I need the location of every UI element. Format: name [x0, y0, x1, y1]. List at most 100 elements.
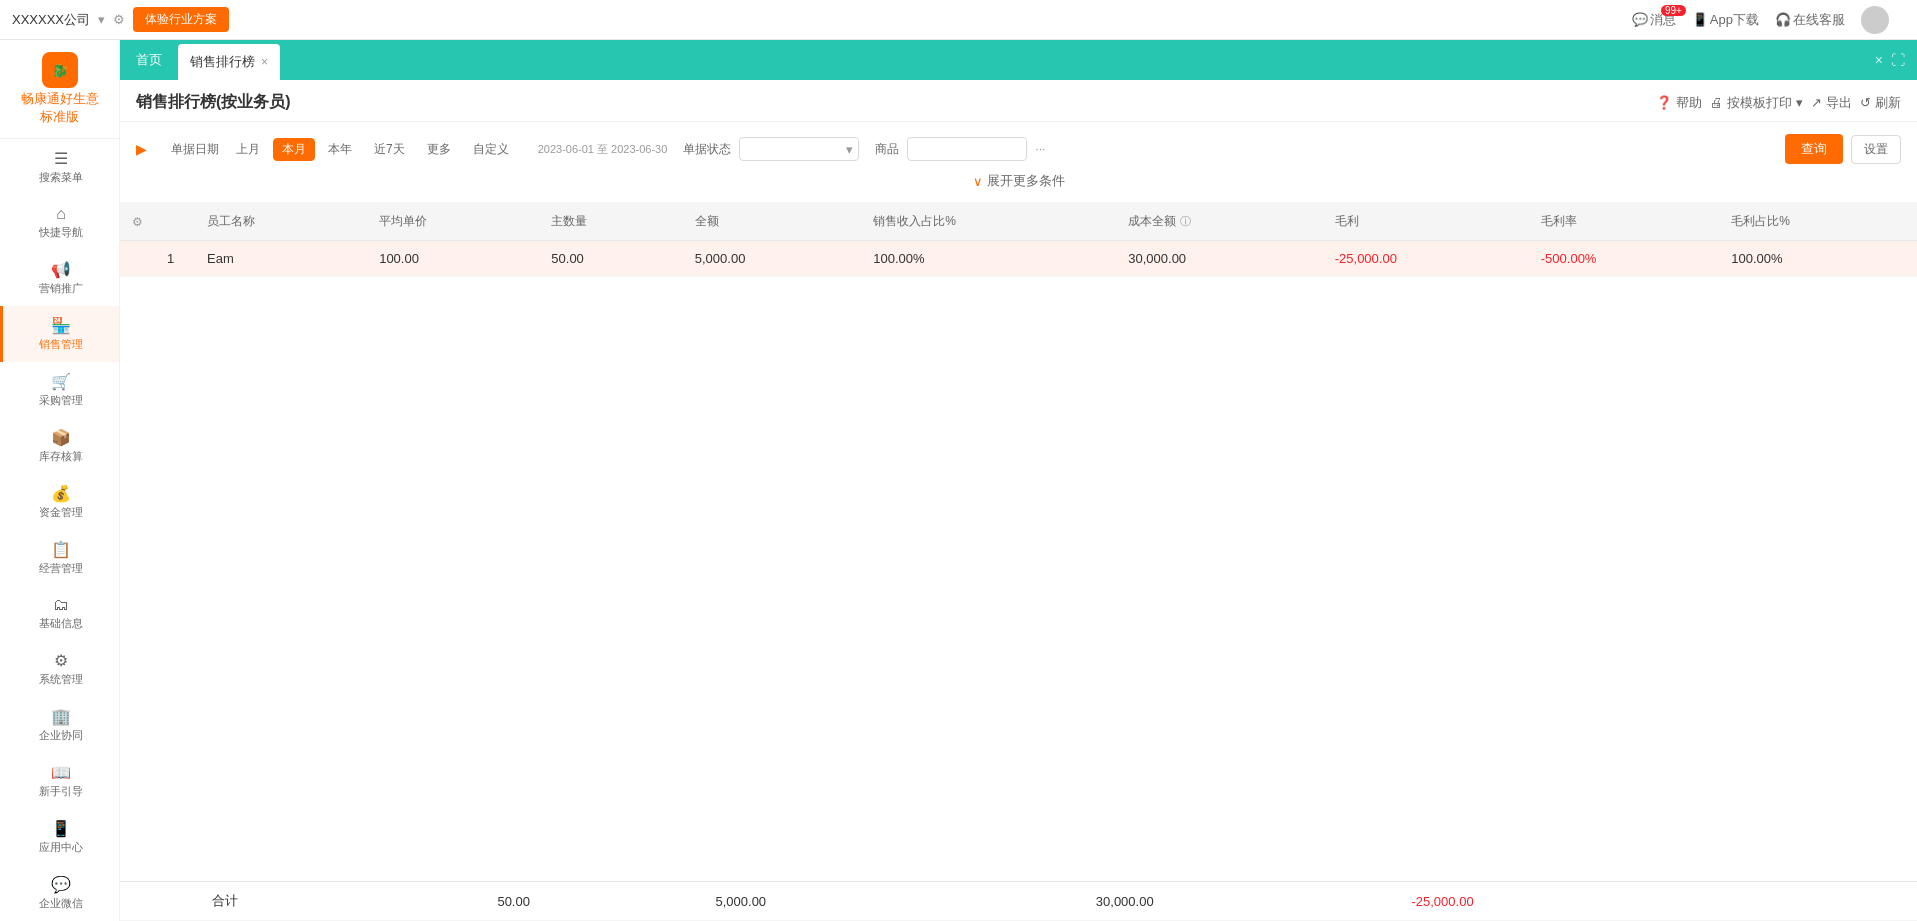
- footer-cost-amount: 30,000.00: [1084, 882, 1400, 921]
- row-sales-pct: 100.00%: [861, 241, 1116, 277]
- goods-label: 商品: [875, 141, 899, 158]
- sidebar-item-purchase[interactable]: 🛒 采购管理: [0, 362, 119, 418]
- sidebar-item-app-center[interactable]: 📱 应用中心: [0, 809, 119, 865]
- sidebar-item-basic-info[interactable]: 🗂 基础信息: [0, 586, 119, 641]
- date-tab-7days[interactable]: 近7天: [365, 138, 414, 161]
- sidebar-item-finance[interactable]: 💰 资金管理: [0, 474, 119, 530]
- enterprise-wechat-label: 企业微信: [39, 896, 83, 911]
- sidebar-item-enterprise[interactable]: 🏢 企业协同: [0, 697, 119, 753]
- more-filters-icon[interactable]: ···: [1035, 142, 1045, 156]
- tab-bar: 首页 销售排行榜 × × ⛶: [120, 40, 1917, 80]
- sales-label: 销售管理: [39, 337, 83, 352]
- date-tab-more[interactable]: 更多: [418, 138, 460, 161]
- message-badge: 99+: [1661, 5, 1686, 16]
- industry-btn[interactable]: 体验行业方案: [133, 7, 229, 32]
- sidebar-item-marketing[interactable]: 📢 营销推广: [0, 250, 119, 306]
- tab-sales-ranking[interactable]: 销售排行榜 ×: [178, 44, 280, 80]
- footer-main-qty: 50.00: [485, 882, 703, 921]
- marketing-icon: 📢: [51, 260, 71, 279]
- enterprise-icon: 🏢: [51, 707, 71, 726]
- filter-area: ▶ 单据日期 上月 本月 本年 近7天 更多 自定义 2023-0: [120, 122, 1917, 203]
- expand-row: ∨ 展开更多条件: [136, 172, 1901, 190]
- print-btn[interactable]: 🖨 按模板打印 ▾: [1710, 94, 1803, 112]
- header-row: ⚙ 员工名称 平均单价 主数量 全额 销售收入占比% 成本全额 ⓘ 毛利 毛利率: [120, 203, 1917, 241]
- filter-settings-btn[interactable]: 设置: [1851, 135, 1901, 164]
- company-settings-icon[interactable]: ⚙: [113, 12, 125, 27]
- filter-toggle-icon[interactable]: ▶: [136, 141, 147, 157]
- company-dropdown-icon[interactable]: ▾: [98, 12, 105, 27]
- search-order-label: 搜索菜单: [39, 170, 83, 185]
- status-select[interactable]: [739, 137, 859, 161]
- sidebar-item-sales[interactable]: 🏪 销售管理: [0, 306, 119, 362]
- help-icon: ❓: [1656, 95, 1672, 110]
- operations-icon: 📋: [51, 540, 71, 559]
- print-dropdown-icon[interactable]: ▾: [1796, 95, 1803, 110]
- col-sales-pct: 销售收入占比%: [861, 203, 1116, 241]
- goods-input[interactable]: [907, 137, 1027, 161]
- quick-nav-label: 快捷导航: [39, 225, 83, 240]
- row-avg-price: 100.00: [367, 241, 539, 277]
- footer-rank-col: [160, 882, 200, 921]
- help-label: 帮助: [1676, 94, 1702, 112]
- online-service-btn[interactable]: 🎧 在线客服: [1775, 11, 1845, 29]
- status-label: 单据状态: [683, 141, 731, 158]
- row-gross-profit: -25,000.00: [1323, 241, 1529, 277]
- headset-icon: 🎧: [1775, 12, 1791, 27]
- inventory-icon: 📦: [51, 428, 71, 447]
- page-actions: ❓ 帮助 🖨 按模板打印 ▾ ↗ 导出 ↺ 刷新: [1656, 94, 1901, 112]
- export-btn[interactable]: ↗ 导出: [1811, 94, 1852, 112]
- sidebar-item-inventory[interactable]: 📦 库存核算: [0, 418, 119, 474]
- date-range-value: 2023-06-01 至 2023-06-30: [538, 142, 668, 157]
- sidebar-item-search-order[interactable]: ☰ 搜索菜单: [0, 139, 119, 195]
- sidebar-item-system[interactable]: ⚙ 系统管理: [0, 641, 119, 697]
- col-settings[interactable]: ⚙: [120, 203, 155, 241]
- top-bar: XXXXXX公司 ▾ ⚙ 体验行业方案 💬 消息 99+ 📱 App下载 🎧 在…: [0, 0, 1917, 40]
- row-cost-amount: 30,000.00: [1116, 241, 1322, 277]
- refresh-btn[interactable]: ↺ 刷新: [1860, 94, 1901, 112]
- sidebar-item-operations[interactable]: 📋 经营管理: [0, 530, 119, 586]
- footer-settings-col: [120, 882, 160, 921]
- expand-btn[interactable]: ∨ 展开更多条件: [973, 172, 1065, 190]
- date-tab-current-year[interactable]: 本年: [319, 138, 361, 161]
- refresh-label: 刷新: [1875, 94, 1901, 112]
- cost-amount-info-icon[interactable]: ⓘ: [1180, 215, 1191, 227]
- app-download-btn[interactable]: 📱 App下载: [1692, 11, 1759, 29]
- tab-sales-ranking-label: 销售排行榜: [190, 53, 255, 71]
- col-avg-price: 平均单价: [367, 203, 539, 241]
- guide-icon: 📖: [51, 763, 71, 782]
- tab-home[interactable]: 首页: [120, 40, 178, 80]
- online-service-label: 在线客服: [1793, 11, 1845, 29]
- sidebar-item-guide[interactable]: 📖 新手引导: [0, 753, 119, 809]
- date-tab-current-month[interactable]: 本月: [273, 138, 315, 161]
- status-select-wrapper: [739, 137, 859, 161]
- table-body: 1 Eam 100.00 50.00 5,000.00 100.00% 30,0…: [120, 241, 1917, 277]
- refresh-icon: ↺: [1860, 95, 1871, 110]
- finance-icon: 💰: [51, 484, 71, 503]
- purchase-label: 采购管理: [39, 393, 83, 408]
- print-icon: 🖨: [1710, 95, 1723, 110]
- tab-minimize-icon[interactable]: ×: [1875, 52, 1883, 68]
- top-bar-right: 💬 消息 99+ 📱 App下载 🎧 在线客服: [1632, 6, 1905, 34]
- sidebar-logo: 🐉 畅康通好生意 标准版: [0, 40, 119, 139]
- query-btn[interactable]: 查询: [1785, 134, 1843, 164]
- sidebar-item-quick-nav[interactable]: ⌂ 快捷导航: [0, 195, 119, 250]
- col-gross-profit: 毛利: [1323, 203, 1529, 241]
- date-tab-prev-month[interactable]: 上月: [227, 138, 269, 161]
- col-amount: 全额: [683, 203, 861, 241]
- message-btn[interactable]: 💬 消息 99+: [1632, 11, 1676, 29]
- col-rank: [155, 203, 195, 241]
- sidebar-item-enterprise-wechat[interactable]: 💬 企业微信: [0, 865, 119, 921]
- page-header: 销售排行榜(按业务员) ❓ 帮助 🖨 按模板打印 ▾ ↗ 导出: [120, 80, 1917, 122]
- company-name: XXXXXX公司: [12, 11, 90, 29]
- tab-close-icon[interactable]: ×: [261, 55, 268, 69]
- date-tab-custom[interactable]: 自定义: [464, 138, 518, 161]
- footer-sales-pct: [991, 882, 1084, 921]
- avatar[interactable]: [1861, 6, 1889, 34]
- col-main-qty: 主数量: [539, 203, 682, 241]
- help-btn[interactable]: ❓ 帮助: [1656, 94, 1702, 112]
- tab-maximize-icon[interactable]: ⛶: [1891, 52, 1905, 68]
- enterprise-wechat-icon: 💬: [51, 875, 71, 894]
- basic-info-label: 基础信息: [39, 616, 83, 631]
- page-container: 销售排行榜(按业务员) ❓ 帮助 🖨 按模板打印 ▾ ↗ 导出: [120, 80, 1917, 921]
- date-range-item: 2023-06-01 至 2023-06-30: [534, 142, 668, 157]
